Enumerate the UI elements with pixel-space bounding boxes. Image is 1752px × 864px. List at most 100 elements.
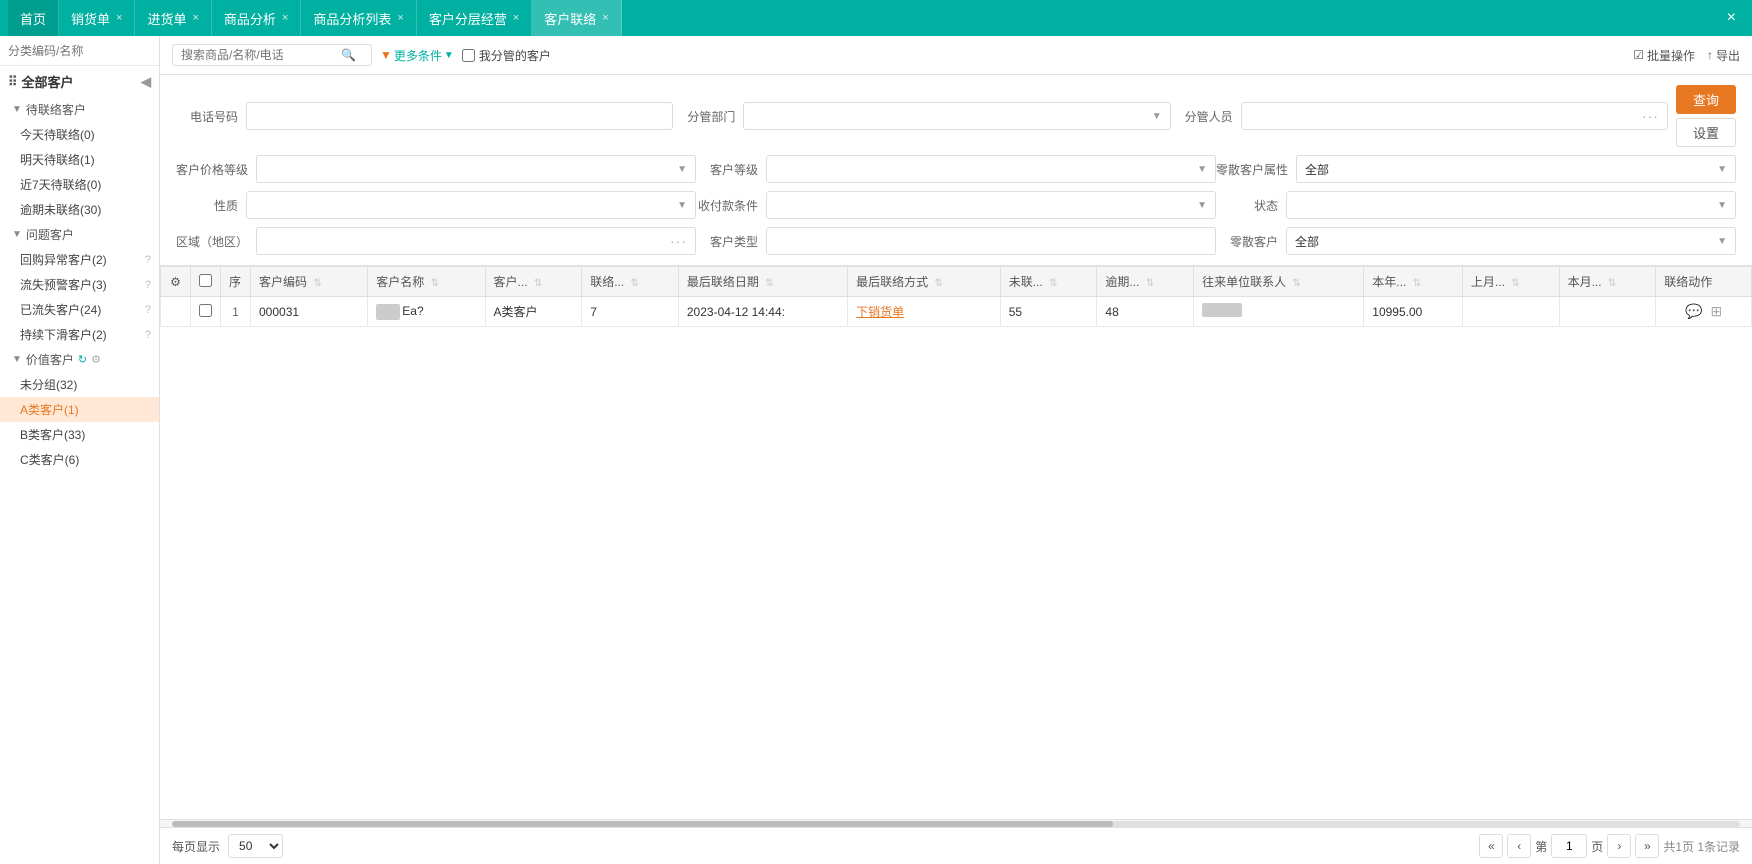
sidebar-item-declining[interactable]: 持续下滑客户(2) ? bbox=[0, 322, 159, 347]
status-select[interactable]: ▼ bbox=[1286, 191, 1736, 219]
sidebar-item-overdue[interactable]: 逾期未联络(30) bbox=[0, 197, 159, 222]
sort-overdue-icon[interactable]: ⇅ bbox=[1146, 278, 1154, 289]
dept-select[interactable]: ▼ bbox=[743, 102, 1170, 130]
sidebar-item-unclassified[interactable]: 未分组(32) bbox=[0, 372, 159, 397]
query-button[interactable]: 查询 bbox=[1676, 85, 1736, 114]
payment-select[interactable]: ▼ bbox=[766, 191, 1216, 219]
row-checkbox[interactable] bbox=[199, 304, 212, 317]
help-repurchase-icon[interactable]: ? bbox=[145, 254, 151, 266]
search-toolbar-icon[interactable]: 🔍 bbox=[341, 48, 356, 62]
nav-tab-goods-list[interactable]: 商品分析列表 × bbox=[301, 0, 416, 36]
per-page-select[interactable]: 50 100 200 bbox=[228, 834, 283, 858]
next-page-button[interactable]: › bbox=[1607, 834, 1631, 858]
sidebar-item-class-c[interactable]: C类客户(6) bbox=[0, 447, 159, 472]
help-lost-icon[interactable]: ? bbox=[145, 304, 151, 316]
th-contact-person[interactable]: 往来单位联系人 ⇅ bbox=[1194, 267, 1364, 297]
nav-tab-goods-analysis[interactable]: 商品分析 × bbox=[212, 0, 301, 36]
th-checkbox[interactable] bbox=[191, 267, 221, 297]
close-goods-list-icon[interactable]: × bbox=[397, 12, 403, 24]
help-loss-warning-icon[interactable]: ? bbox=[145, 279, 151, 291]
th-settings[interactable]: ⚙ bbox=[161, 267, 191, 297]
sidebar-item-class-a[interactable]: A类客户(1) bbox=[0, 397, 159, 422]
sidebar-item-class-b[interactable]: B类客户(33) bbox=[0, 422, 159, 447]
refresh-value-icon[interactable]: ↻ bbox=[78, 353, 87, 366]
th-last-month[interactable]: 上月... ⇅ bbox=[1462, 267, 1559, 297]
sidebar-group-problem[interactable]: ▼ 问题客户 bbox=[0, 222, 159, 247]
all-customers-header[interactable]: ⠿ 全部客户 ◀ bbox=[0, 66, 159, 97]
nav-tab-customer-contact[interactable]: 客户联络 × bbox=[532, 0, 621, 36]
td-name[interactable]: Ea? bbox=[368, 297, 485, 327]
person-select[interactable]: ··· bbox=[1241, 102, 1668, 130]
sort-last-month-icon[interactable]: ⇅ bbox=[1511, 278, 1519, 289]
sort-contact-person-icon[interactable]: ⇅ bbox=[1292, 278, 1300, 289]
sidebar-item-loss-warning[interactable]: 流失预警客户(3) ? bbox=[0, 272, 159, 297]
sidebar-item-7days[interactable]: 近7天待联络(0) bbox=[0, 172, 159, 197]
message-action-icon[interactable]: 💬 bbox=[1685, 303, 1702, 320]
th-last-method[interactable]: 最后联络方式 ⇅ bbox=[848, 267, 1001, 297]
sort-this-month-icon[interactable]: ⇅ bbox=[1608, 278, 1616, 289]
th-code[interactable]: 客户编码 ⇅ bbox=[251, 267, 368, 297]
sort-last-method-icon[interactable]: ⇅ bbox=[935, 278, 943, 289]
export-button[interactable]: ↑ 导出 bbox=[1707, 47, 1740, 64]
sidebar-collapse-icon[interactable]: ◀ bbox=[141, 74, 151, 90]
page-input[interactable] bbox=[1551, 834, 1587, 858]
close-customer-contact-icon[interactable]: × bbox=[602, 12, 608, 24]
more-conditions-button[interactable]: ▼ 更多条件 ▼ bbox=[380, 47, 454, 64]
sort-this-year-icon[interactable]: ⇅ bbox=[1413, 278, 1421, 289]
sidebar-group-pending[interactable]: ▼ 待联络客户 bbox=[0, 97, 159, 122]
th-last-date[interactable]: 最后联络日期 ⇅ bbox=[678, 267, 847, 297]
nature-select[interactable]: ▼ bbox=[246, 191, 696, 219]
my-customer-checkbox-container[interactable]: 我分管的客户 bbox=[462, 47, 551, 64]
prev-page-button[interactable]: ‹ bbox=[1507, 834, 1531, 858]
th-contact-count[interactable]: 联络... ⇅ bbox=[582, 267, 679, 297]
sidebar-search-input[interactable] bbox=[8, 44, 160, 58]
customer-type-input[interactable] bbox=[766, 227, 1216, 255]
sort-last-date-icon[interactable]: ⇅ bbox=[765, 278, 773, 289]
sort-no-contact-icon[interactable]: ⇅ bbox=[1049, 278, 1057, 289]
customer-level-select[interactable]: ▼ bbox=[766, 155, 1216, 183]
close-goods-analysis-icon[interactable]: × bbox=[282, 12, 288, 24]
close-sales-icon[interactable]: × bbox=[116, 12, 122, 24]
batch-operation-button[interactable]: ☑ 批量操作 bbox=[1633, 47, 1695, 64]
sort-name-icon[interactable]: ⇅ bbox=[431, 278, 439, 289]
td-checkbox[interactable] bbox=[191, 297, 221, 327]
window-close-button[interactable]: × bbox=[1719, 9, 1744, 27]
sort-contact-icon[interactable]: ⇅ bbox=[631, 278, 639, 289]
nav-tab-home[interactable]: 首页 bbox=[8, 0, 59, 36]
sidebar-item-today[interactable]: 今天待联络(0) bbox=[0, 122, 159, 147]
retail-attr-select[interactable]: 全部 ▼ bbox=[1296, 155, 1736, 183]
nav-tab-purchase[interactable]: 进货单 × bbox=[135, 0, 211, 36]
sidebar-item-lost[interactable]: 已流失客户(24) ? bbox=[0, 297, 159, 322]
phone-input[interactable] bbox=[246, 102, 673, 130]
last-page-button[interactable]: » bbox=[1635, 834, 1659, 858]
sidebar-item-repurchase-abnormal[interactable]: 回购异常客户(2) ? bbox=[0, 247, 159, 272]
sort-level-icon[interactable]: ⇅ bbox=[534, 278, 542, 289]
search-input[interactable] bbox=[181, 48, 341, 62]
link-action-icon[interactable]: ⊞ bbox=[1710, 303, 1722, 320]
close-customer-tier-icon[interactable]: × bbox=[513, 12, 519, 24]
th-this-year[interactable]: 本年... ⇅ bbox=[1364, 267, 1463, 297]
retail-customer-select[interactable]: 全部 ▼ bbox=[1286, 227, 1736, 255]
select-all-checkbox[interactable] bbox=[199, 274, 212, 287]
price-level-select[interactable]: ▼ bbox=[256, 155, 696, 183]
first-page-button[interactable]: « bbox=[1479, 834, 1503, 858]
region-select[interactable]: ··· bbox=[256, 227, 696, 255]
help-declining-icon[interactable]: ? bbox=[145, 329, 151, 341]
sort-code-icon[interactable]: ⇅ bbox=[313, 278, 321, 289]
th-name[interactable]: 客户名称 ⇅ bbox=[368, 267, 485, 297]
th-no-contact[interactable]: 未联... ⇅ bbox=[1000, 267, 1097, 297]
th-level[interactable]: 客户... ⇅ bbox=[485, 267, 582, 297]
sidebar-item-tomorrow[interactable]: 明天待联络(1) bbox=[0, 147, 159, 172]
close-purchase-icon[interactable]: × bbox=[192, 12, 198, 24]
last-method-link[interactable]: 下销货单 bbox=[856, 305, 904, 319]
horizontal-scrollbar[interactable] bbox=[160, 819, 1752, 827]
settings-value-icon[interactable]: ⚙ bbox=[91, 353, 101, 366]
nav-tab-sales[interactable]: 销货单 × bbox=[59, 0, 135, 36]
scrollbar-thumb[interactable] bbox=[172, 821, 1113, 827]
th-overdue[interactable]: 逾期... ⇅ bbox=[1097, 267, 1194, 297]
sidebar-group-value[interactable]: ▼ 价值客户 ↻ ⚙ bbox=[0, 347, 159, 372]
settings-button[interactable]: 设置 bbox=[1676, 118, 1736, 147]
my-customer-checkbox[interactable] bbox=[462, 49, 475, 62]
td-last-method[interactable]: 下销货单 bbox=[848, 297, 1001, 327]
th-this-month[interactable]: 本月... ⇅ bbox=[1559, 267, 1656, 297]
